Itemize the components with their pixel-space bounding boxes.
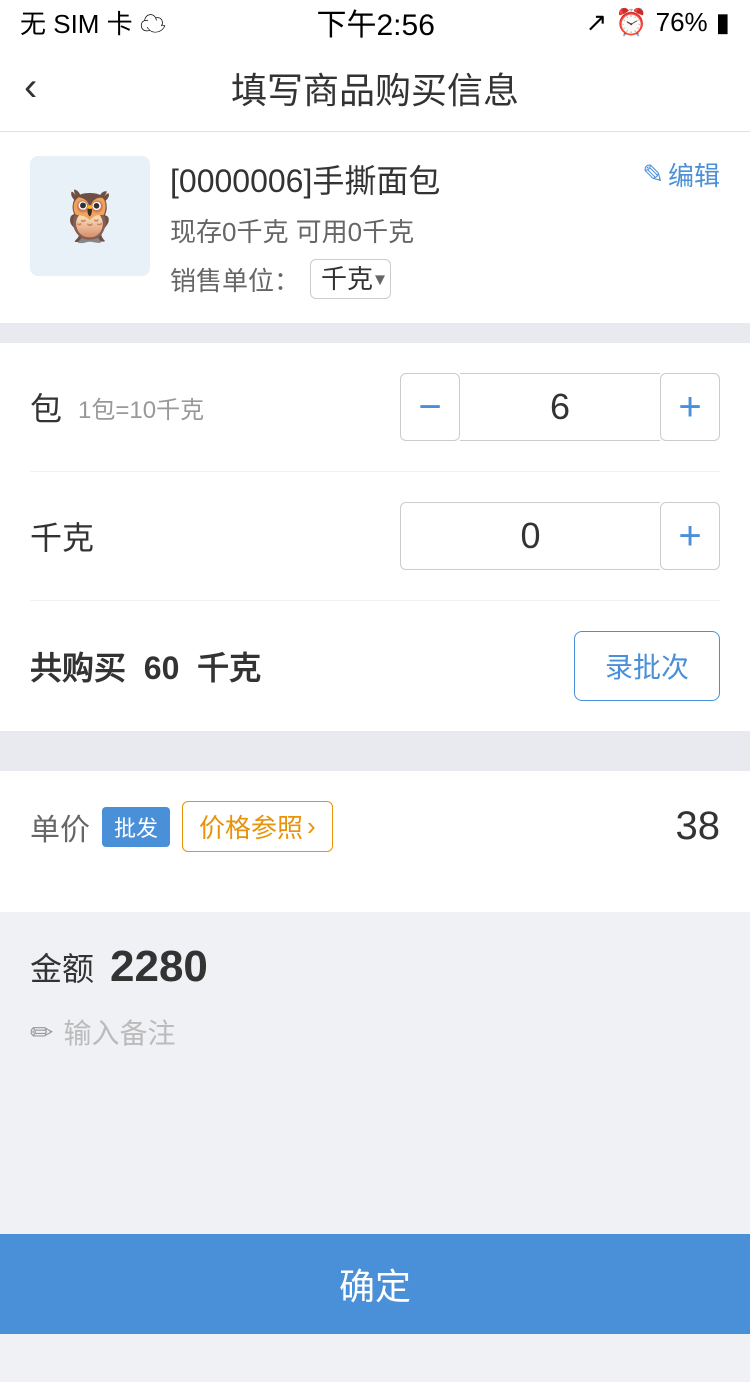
note-icon: ✏ xyxy=(30,1016,53,1049)
product-stock: 现存0千克 可用0千克 xyxy=(170,212,720,249)
bag-plus-button[interactable]: + xyxy=(660,373,720,441)
status-time: 下午2:56 xyxy=(316,0,434,44)
kg-plus-button[interactable]: + xyxy=(660,502,720,570)
price-type-tag: 批发 xyxy=(102,807,170,847)
amount-label: 金额 xyxy=(30,944,94,990)
product-info: [0000006]手撕面包 现存0千克 可用0千克 销售单位： 千克 xyxy=(170,156,720,299)
unit-select[interactable]: 千克 xyxy=(310,259,391,299)
batch-button[interactable]: 录批次 xyxy=(574,631,720,701)
price-section: 单价 批发 价格参照 › 38 xyxy=(0,751,750,912)
amount-row: 金额 2280 xyxy=(30,942,720,992)
confirm-button-label: 确定 xyxy=(339,1258,411,1310)
total-amount: 60 xyxy=(144,650,180,686)
product-image: 🦉 xyxy=(30,156,150,276)
edit-icon: ✎ xyxy=(642,159,664,190)
kg-quantity-input[interactable] xyxy=(400,502,660,570)
product-card: 🦉 [0000006]手撕面包 现存0千克 可用0千克 销售单位： 千克 ✎ 编… xyxy=(0,132,750,323)
product-unit-row: 销售单位： 千克 xyxy=(170,259,720,299)
bag-sublabel: 1包=10千克 xyxy=(78,390,204,425)
note-row[interactable]: ✏ 输入备注 xyxy=(30,1012,720,1052)
bag-label-group: 包 1包=10千克 xyxy=(30,384,204,430)
product-name: [0000006]手撕面包 xyxy=(170,156,720,202)
price-ref-label: 价格参照 xyxy=(199,808,303,845)
kg-quantity-control: + xyxy=(400,502,720,570)
price-value: 38 xyxy=(676,804,721,849)
amount-section: 金额 2280 ✏ 输入备注 xyxy=(0,912,750,1082)
edit-label: 编辑 xyxy=(668,156,720,193)
price-label: 单价 xyxy=(30,805,90,849)
price-ref-button[interactable]: 价格参照 › xyxy=(182,801,333,852)
section-divider-2 xyxy=(0,731,750,751)
total-prefix: 共购买 xyxy=(30,650,126,686)
bag-input-row: 包 1包=10千克 − + xyxy=(30,343,720,472)
status-right: ↗ ⏰ 76% ▮ xyxy=(585,7,730,38)
bag-minus-button[interactable]: − xyxy=(400,373,460,441)
kg-input-row: 千克 + xyxy=(30,472,720,601)
location-icon: ↗ xyxy=(585,7,607,38)
sim-label: 无 SIM 卡 ☁ xyxy=(20,4,166,41)
kg-label: 千克 xyxy=(30,513,94,559)
status-left: 无 SIM 卡 ☁ xyxy=(20,4,166,41)
edit-button[interactable]: ✎ 编辑 xyxy=(642,156,720,193)
bag-input-section: 包 1包=10千克 − + 千克 + xyxy=(0,343,750,601)
battery-label: 76% xyxy=(656,7,708,38)
amount-value: 2280 xyxy=(110,942,208,992)
alarm-icon: ⏰ xyxy=(615,7,647,38)
product-logo-icon: 🦉 xyxy=(59,187,121,246)
section-divider-1 xyxy=(0,323,750,343)
total-row: 共购买 60 千克 录批次 xyxy=(0,601,750,731)
confirm-bar[interactable]: 确定 xyxy=(0,1234,750,1334)
unit-label: 销售单位： xyxy=(170,261,300,298)
battery-icon: ▮ xyxy=(716,7,730,38)
bottom-spacer xyxy=(0,1082,750,1382)
unit-select-wrapper[interactable]: 千克 xyxy=(310,259,391,299)
kg-label-group: 千克 xyxy=(30,513,94,559)
price-row: 单价 批发 价格参照 › 38 xyxy=(30,801,720,852)
bag-label: 包 xyxy=(30,384,62,430)
back-button[interactable]: ‹ xyxy=(24,65,37,110)
page-title: 填写商品购买信息 xyxy=(231,62,519,114)
nav-bar: ‹ 填写商品购买信息 xyxy=(0,44,750,132)
note-placeholder: 输入备注 xyxy=(63,1012,175,1052)
total-text: 共购买 60 千克 xyxy=(30,643,261,689)
price-ref-arrow-icon: › xyxy=(307,811,316,842)
total-unit: 千克 xyxy=(197,650,261,686)
bag-quantity-input[interactable] xyxy=(460,373,660,441)
status-bar: 无 SIM 卡 ☁ 下午2:56 ↗ ⏰ 76% ▮ xyxy=(0,0,750,44)
bag-quantity-control: − + xyxy=(400,373,720,441)
price-left: 单价 批发 价格参照 › xyxy=(30,801,333,852)
